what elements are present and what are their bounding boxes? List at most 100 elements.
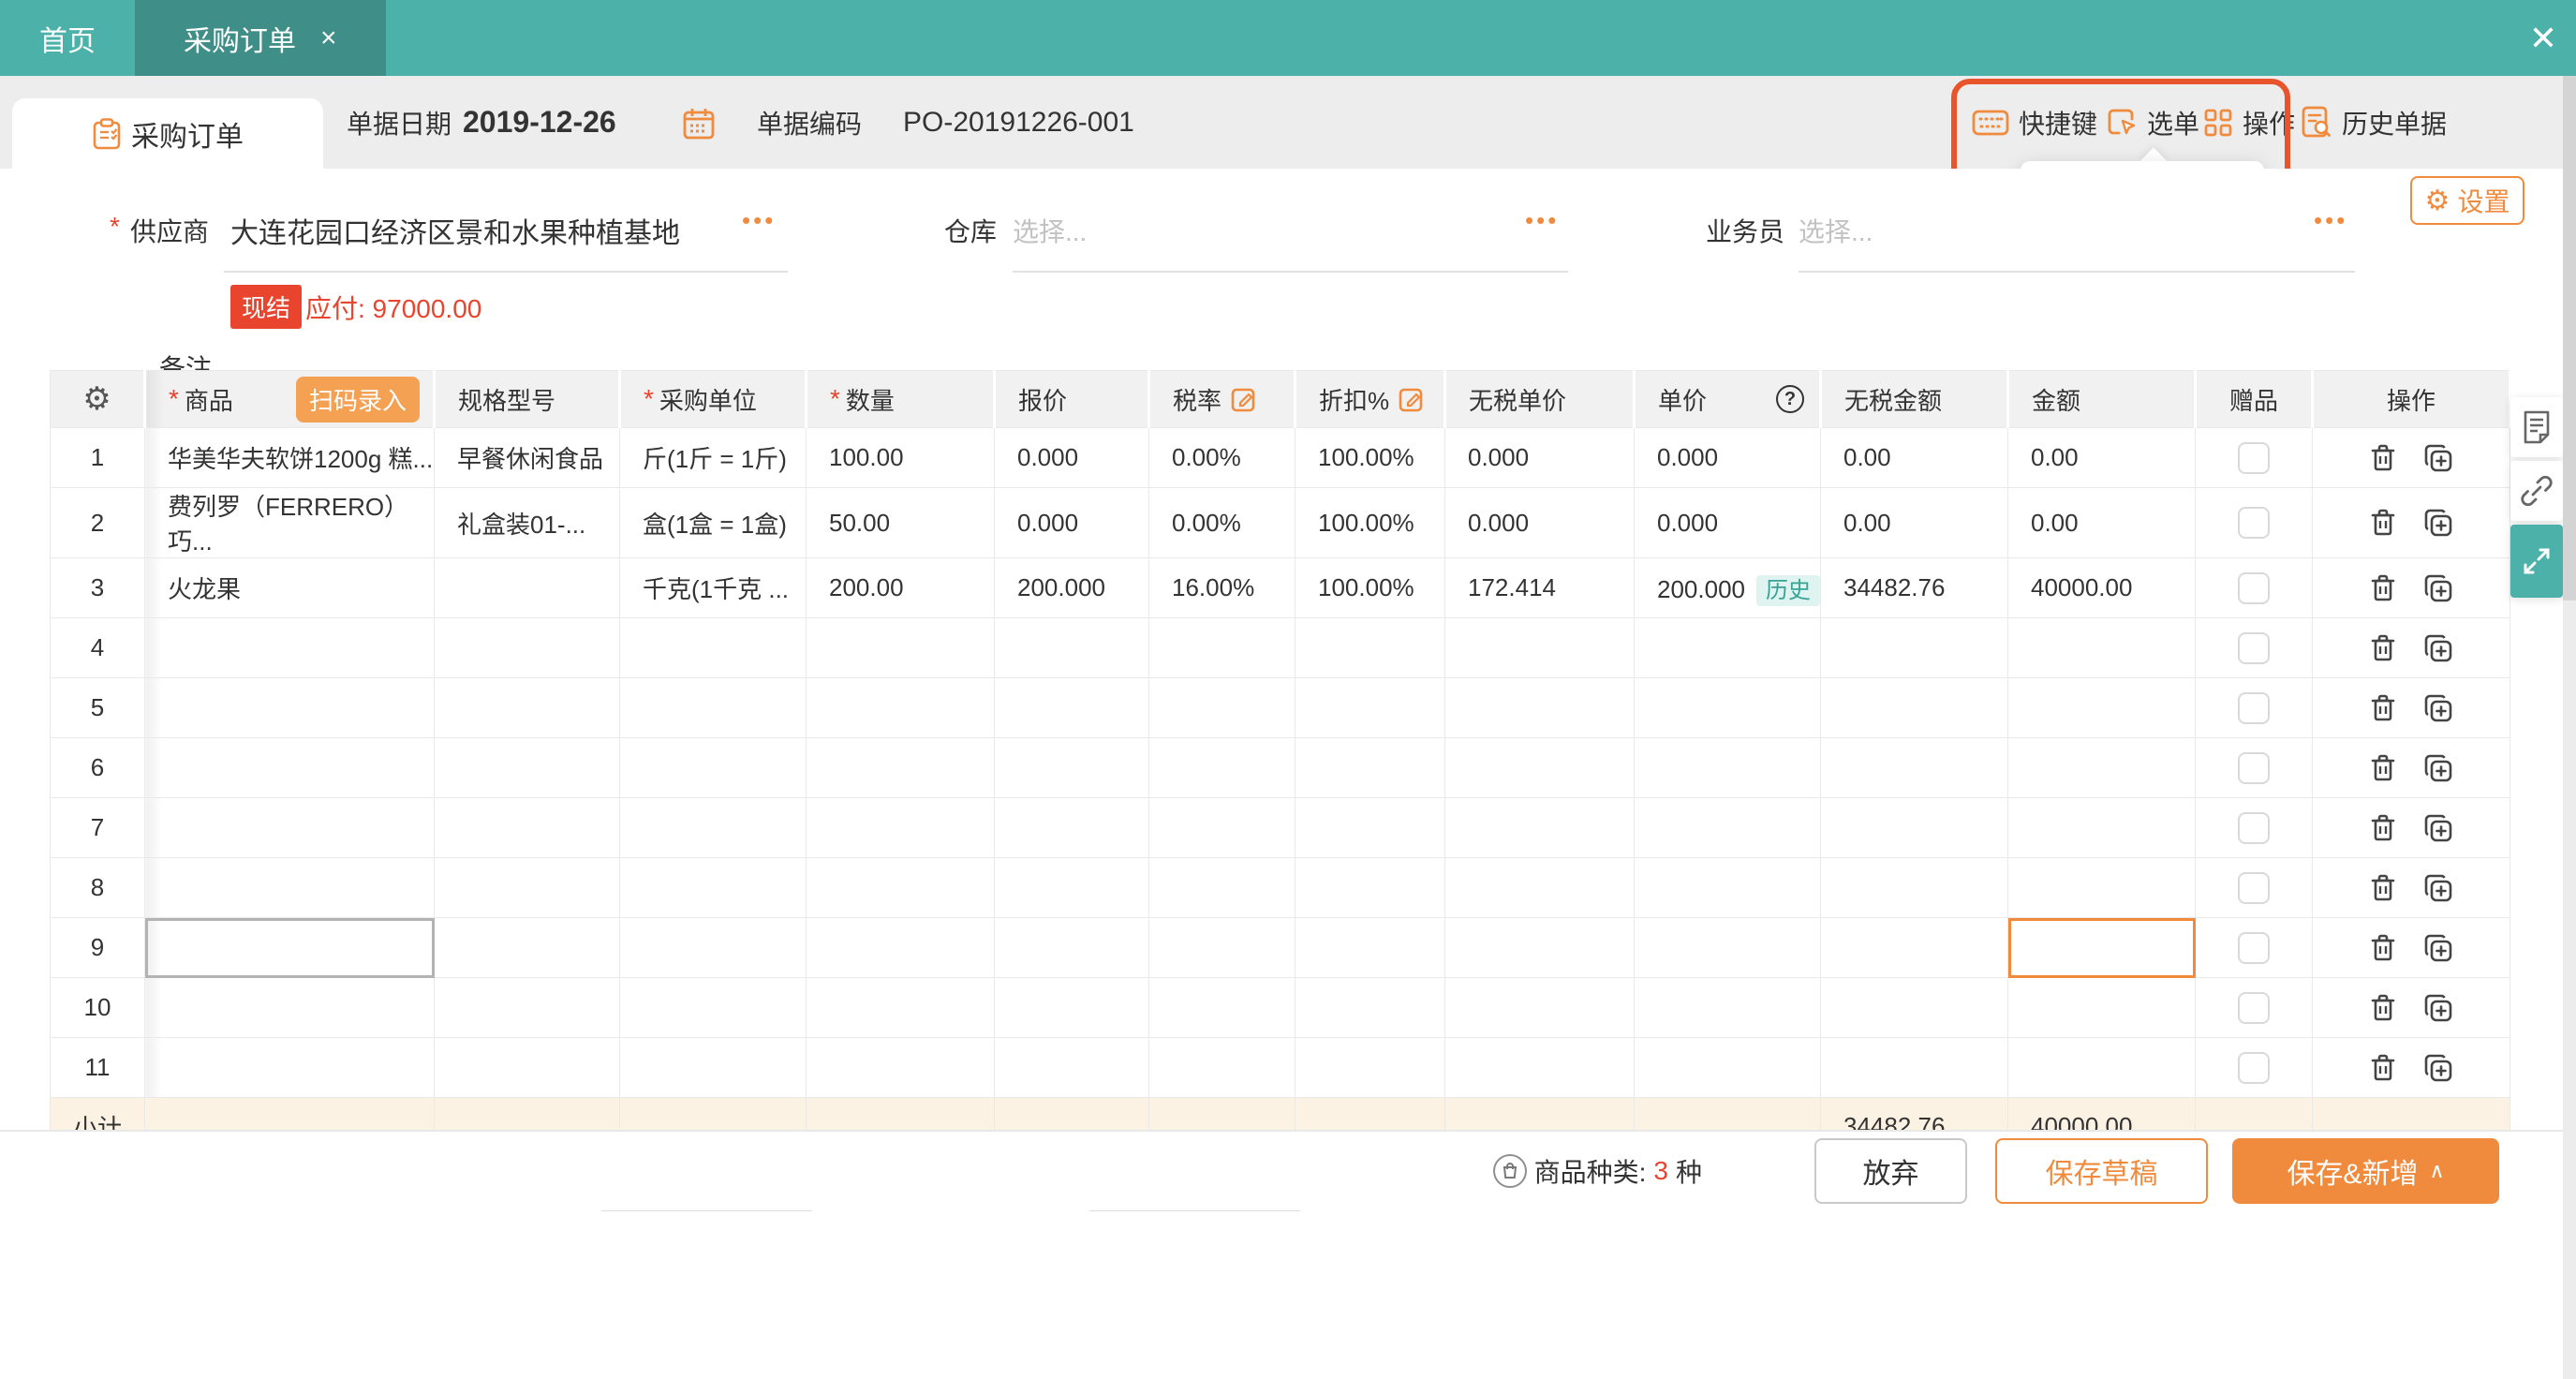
cell-tax-free-amount[interactable] — [1820, 737, 2008, 798]
cell-quote[interactable]: 0.000 — [994, 487, 1149, 558]
cell-tax-free-amount[interactable]: 0.00 — [1820, 427, 2008, 488]
gift-checkbox[interactable] — [2238, 631, 2270, 664]
cell-tax-free-price[interactable] — [1444, 857, 1635, 918]
cell-unit[interactable]: 斤(1斤 = 1斤) — [619, 427, 807, 488]
scrollbar-thumb[interactable] — [2563, 76, 2576, 601]
cell-quote[interactable]: 0.000 — [994, 427, 1149, 488]
cell-tax-free-amount[interactable]: 34482.76 — [1820, 557, 2008, 618]
cell-amount[interactable]: 40000.00 — [2007, 557, 2196, 618]
copy-row-button[interactable] — [2423, 573, 2453, 603]
cell-discount[interactable] — [1295, 917, 1445, 978]
cell-tax-rate[interactable] — [1148, 917, 1295, 978]
cell-product[interactable] — [144, 977, 435, 1038]
cell-amount[interactable] — [2007, 917, 2196, 978]
expand-panel-button[interactable] — [2510, 525, 2563, 598]
cell-amount[interactable] — [2007, 617, 2196, 678]
cell-product[interactable]: 华美华夫软饼1200g 糕... — [144, 427, 435, 488]
cell-unit[interactable] — [619, 797, 807, 858]
delete-row-button[interactable] — [2369, 933, 2397, 963]
cell-qty[interactable] — [806, 917, 995, 978]
cell-unit[interactable] — [619, 857, 807, 918]
tab-purchase-order[interactable]: 采购订单 × — [135, 0, 386, 76]
cell-amount[interactable] — [2007, 737, 2196, 798]
settings-button[interactable]: ⚙ 设置 — [2410, 176, 2524, 225]
cell-tax-rate[interactable] — [1148, 977, 1295, 1038]
gift-checkbox[interactable] — [2238, 691, 2270, 724]
cell-tax-rate[interactable] — [1148, 737, 1295, 798]
cell-discount[interactable]: 100.00% — [1295, 427, 1445, 488]
gift-checkbox[interactable] — [2238, 441, 2270, 474]
cell-qty[interactable]: 200.00 — [806, 557, 995, 618]
copy-row-button[interactable] — [2423, 693, 2453, 723]
cell-tax-free-amount[interactable] — [1820, 857, 2008, 918]
note-panel-button[interactable] — [2510, 397, 2563, 457]
cell-amount[interactable] — [2007, 977, 2196, 1038]
delete-row-button[interactable] — [2369, 993, 2397, 1023]
cell-tax-rate[interactable]: 16.00% — [1148, 557, 1295, 618]
copy-row-button[interactable] — [2423, 993, 2453, 1023]
cell-qty[interactable]: 50.00 — [806, 487, 995, 558]
gift-checkbox[interactable] — [2238, 811, 2270, 844]
cell-price[interactable]: 0.000 — [1634, 427, 1821, 488]
cell-product[interactable] — [144, 917, 435, 978]
cell-price[interactable] — [1634, 737, 1821, 798]
help-icon[interactable]: ? — [1776, 385, 1804, 413]
date-value[interactable]: 2019-12-26 — [463, 76, 616, 169]
cell-product[interactable] — [144, 737, 435, 798]
delete-row-button[interactable] — [2369, 693, 2397, 723]
cell-price[interactable] — [1634, 797, 1821, 858]
gift-checkbox[interactable] — [2238, 991, 2270, 1024]
copy-row-button[interactable] — [2423, 933, 2453, 963]
cell-tax-free-amount[interactable]: 0.00 — [1820, 487, 2008, 558]
cell-price[interactable] — [1634, 1037, 1821, 1098]
cell-tax-free-amount[interactable] — [1820, 917, 2008, 978]
cell-quote[interactable] — [994, 857, 1149, 918]
cell-qty[interactable] — [806, 677, 995, 738]
cell-tax-free-price[interactable] — [1444, 797, 1635, 858]
cell-tax-free-amount[interactable] — [1820, 1037, 2008, 1098]
delete-row-button[interactable] — [2369, 1053, 2397, 1083]
cell-qty[interactable] — [806, 977, 995, 1038]
vertical-scrollbar[interactable] — [2563, 76, 2576, 1379]
cell-tax-free-price[interactable] — [1444, 617, 1635, 678]
delete-row-button[interactable] — [2369, 573, 2397, 603]
cell-spec[interactable] — [434, 557, 620, 618]
cell-tax-free-amount[interactable] — [1820, 617, 2008, 678]
cell-quote[interactable] — [994, 797, 1149, 858]
warehouse-more-button[interactable]: ••• — [1525, 206, 1559, 235]
cell-tax-free-price[interactable]: 0.000 — [1444, 487, 1635, 558]
edit-icon[interactable] — [1399, 386, 1425, 412]
salesman-input[interactable]: 选择... — [1799, 212, 1873, 249]
delete-row-button[interactable] — [2369, 753, 2397, 783]
cell-qty[interactable] — [806, 617, 995, 678]
cell-tax-free-amount[interactable] — [1820, 977, 2008, 1038]
cell-tax-free-price[interactable] — [1444, 677, 1635, 738]
calendar-icon[interactable] — [682, 107, 716, 141]
cell-tax-rate[interactable] — [1148, 617, 1295, 678]
cell-quote[interactable] — [994, 617, 1149, 678]
cell-amount[interactable]: 0.00 — [2007, 487, 2196, 558]
cell-quote[interactable] — [994, 737, 1149, 798]
history-docs-button[interactable]: 历史单据 — [2301, 76, 2447, 169]
cell-unit[interactable] — [619, 617, 807, 678]
cell-tax-free-amount[interactable] — [1820, 797, 2008, 858]
cell-unit[interactable] — [619, 977, 807, 1038]
cell-product[interactable] — [144, 857, 435, 918]
cell-quote[interactable] — [994, 677, 1149, 738]
cell-price[interactable] — [1634, 857, 1821, 918]
cell-spec[interactable] — [434, 677, 620, 738]
gift-checkbox[interactable] — [2238, 751, 2270, 784]
cell-tax-rate[interactable]: 0.00% — [1148, 487, 1295, 558]
cell-spec[interactable] — [434, 1037, 620, 1098]
cell-tax-free-price[interactable] — [1444, 917, 1635, 978]
cell-tax-free-price[interactable] — [1444, 737, 1635, 798]
copy-row-button[interactable] — [2423, 443, 2453, 473]
warehouse-input[interactable]: 选择... — [1013, 212, 1087, 249]
delete-row-button[interactable] — [2369, 873, 2397, 903]
cell-tax-rate[interactable] — [1148, 797, 1295, 858]
column-settings-header[interactable]: ⚙ — [50, 370, 146, 428]
cancel-button[interactable]: 放弃 — [1814, 1138, 1967, 1204]
cell-unit[interactable]: 盒(1盒 = 1盒) — [619, 487, 807, 558]
attachment-link-button[interactable] — [2510, 461, 2563, 521]
cell-spec[interactable]: 早餐休闲食品 — [434, 427, 620, 488]
